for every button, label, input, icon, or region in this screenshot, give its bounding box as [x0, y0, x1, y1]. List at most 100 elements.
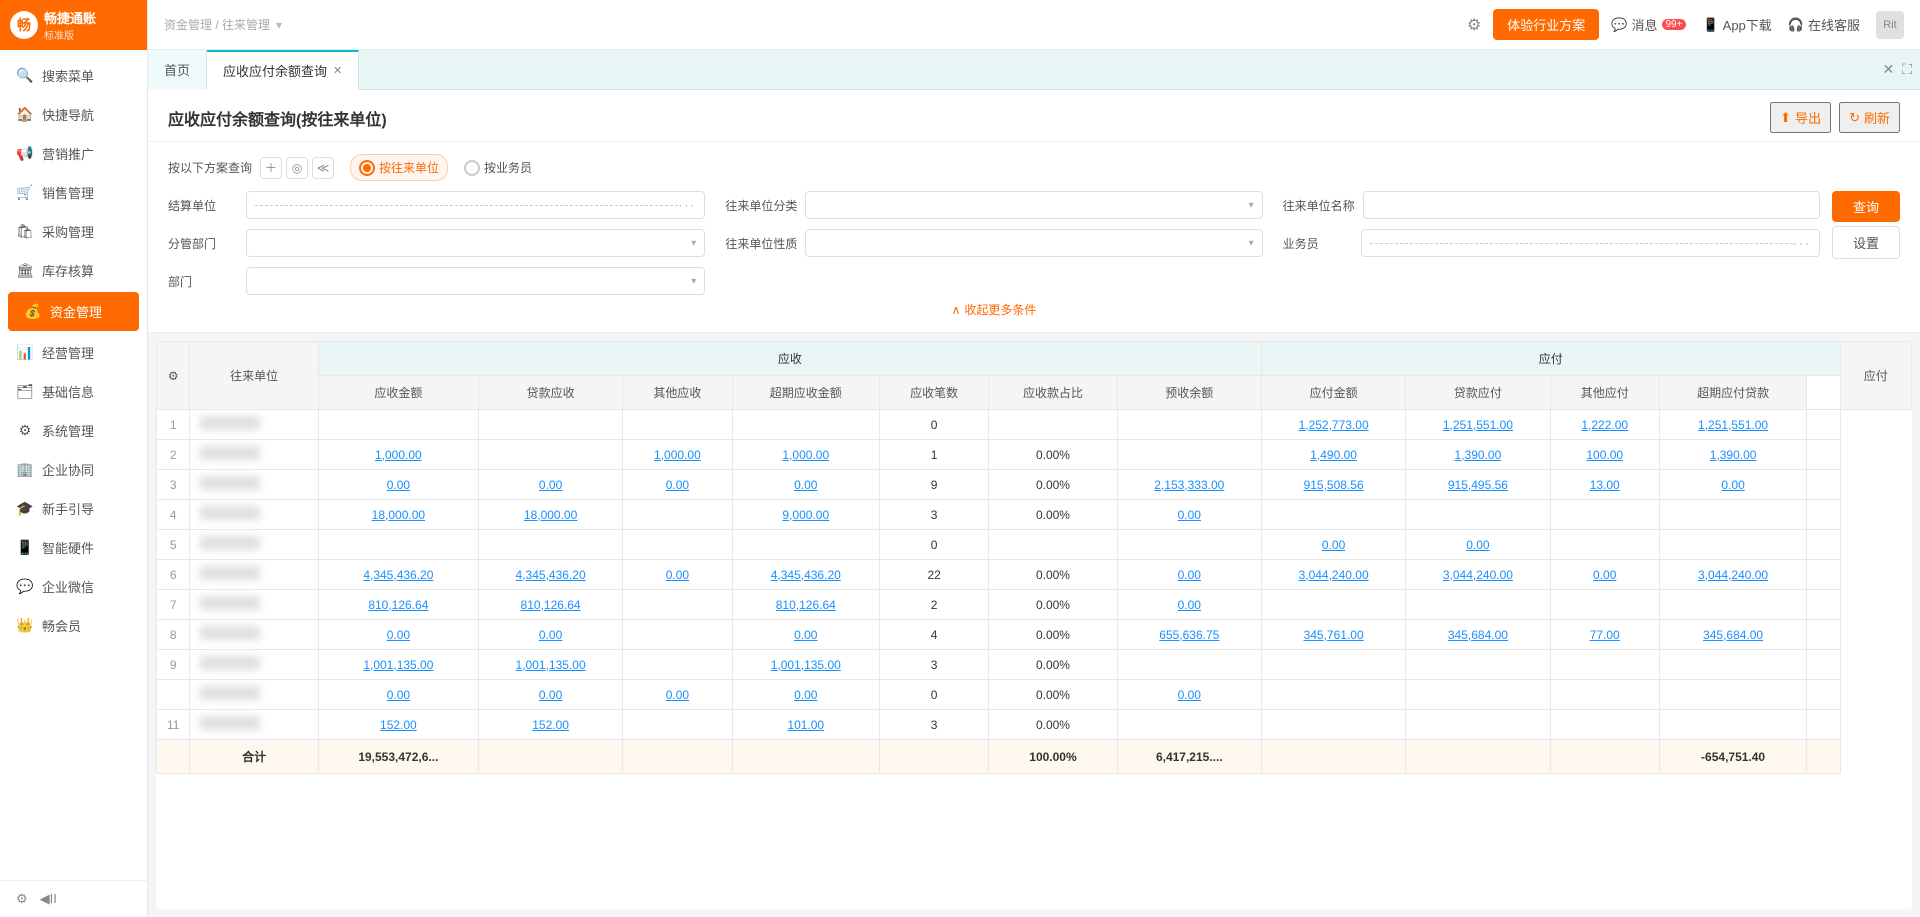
pay-overdue-cell[interactable]: 0.00 — [1659, 470, 1806, 500]
sidebar-item-operation[interactable]: 📊 经营管理 — [0, 333, 147, 372]
pay-loan-cell[interactable]: 0.00 — [1406, 530, 1550, 560]
recv-other-cell[interactable]: 0.00 — [623, 680, 732, 710]
sidebar-item-marketing[interactable]: 📢 营销推广 — [0, 134, 147, 173]
app-download-btn[interactable]: 📱 App下载 — [1702, 15, 1771, 34]
filter-option-partner[interactable]: 按往来单位 — [350, 154, 448, 181]
prepay-balance-cell[interactable]: 0.00 — [1117, 560, 1261, 590]
sidebar-item-search[interactable]: 🔍 搜索菜单 — [0, 56, 147, 95]
recv-overdue-cell[interactable]: 0.00 — [732, 680, 879, 710]
pay-amount-cell[interactable]: 3,044,240.00 — [1261, 560, 1405, 590]
add-filter-btn[interactable]: ＋ — [260, 157, 282, 179]
pay-other-cell[interactable]: 100.00 — [1550, 440, 1659, 470]
settlement-unit-input[interactable]: ··· — [246, 191, 705, 219]
recv-overdue-cell[interactable]: 0.00 — [732, 470, 879, 500]
sidebar-item-enterprise[interactable]: 🏢 企业协同 — [0, 450, 147, 489]
tab-home[interactable]: 首页 — [148, 50, 207, 90]
export-button[interactable]: ⬆ 导出 — [1770, 102, 1831, 133]
pay-other-cell[interactable]: 77.00 — [1550, 620, 1659, 650]
pay-loan-cell[interactable]: 1,390.00 — [1406, 440, 1550, 470]
sidebar-item-basic[interactable]: 🗂 基础信息 — [0, 372, 147, 411]
recv-amount-cell[interactable]: 4,345,436.20 — [318, 560, 478, 590]
recv-overdue-cell[interactable]: 1,000.00 — [732, 440, 879, 470]
recv-amount-cell[interactable]: 0.00 — [318, 680, 478, 710]
pay-other-cell[interactable]: 13.00 — [1550, 470, 1659, 500]
sidebar-item-hardware[interactable]: 📱 智能硬件 — [0, 528, 147, 567]
recv-loan-cell[interactable]: 0.00 — [478, 680, 622, 710]
recv-loan-cell[interactable]: 0.00 — [478, 620, 622, 650]
recv-overdue-cell[interactable]: 4,345,436.20 — [732, 560, 879, 590]
sidebar-item-guide[interactable]: 🎓 新手引导 — [0, 489, 147, 528]
recv-overdue-cell[interactable]: 1,001,135.00 — [732, 650, 879, 680]
filter-option-staff[interactable]: 按业务员 — [456, 155, 540, 180]
recv-amount-cell[interactable]: 0.00 — [318, 470, 478, 500]
recv-other-cell[interactable]: 1,000.00 — [623, 440, 732, 470]
pay-amount-cell[interactable]: 0.00 — [1261, 530, 1405, 560]
recv-loan-cell[interactable]: 18,000.00 — [478, 500, 622, 530]
recv-other-cell[interactable]: 0.00 — [623, 470, 732, 500]
recv-loan-cell[interactable]: 0.00 — [478, 470, 622, 500]
recv-loan-cell[interactable]: 4,345,436.20 — [478, 560, 622, 590]
sidebar-item-warehouse[interactable]: 🏛 库存核算 — [0, 251, 147, 290]
header-gear-icon[interactable]: ⚙ — [1467, 15, 1481, 35]
recv-amount-cell[interactable]: 1,001,135.00 — [318, 650, 478, 680]
sidebar-item-wechat[interactable]: 💬 企业微信 — [0, 567, 147, 606]
recv-amount-cell[interactable]: 1,000.00 — [318, 440, 478, 470]
recv-overdue-cell[interactable]: 101.00 — [732, 710, 879, 740]
recv-overdue-cell[interactable]: 9,000.00 — [732, 500, 879, 530]
recv-amount-cell[interactable]: 18,000.00 — [318, 500, 478, 530]
tab-close-icon[interactable]: ✕ — [333, 64, 342, 77]
tab-expand-icon[interactable]: ⛶ — [1902, 61, 1912, 78]
sidebar-item-finance[interactable]: 💰 资金管理 — [8, 292, 139, 331]
pay-amount-cell[interactable]: 1,490.00 — [1261, 440, 1405, 470]
message-btn[interactable]: 💬 消息 99+ — [1611, 15, 1686, 34]
target-filter-btn[interactable]: ◎ — [286, 157, 308, 179]
recv-loan-cell[interactable]: 810,126.64 — [478, 590, 622, 620]
pay-other-cell[interactable]: 1,222.00 — [1550, 410, 1659, 440]
pay-amount-cell[interactable]: 915,508.56 — [1261, 470, 1405, 500]
query-button[interactable]: 查询 — [1832, 191, 1900, 222]
pay-loan-cell[interactable]: 915,495.56 — [1406, 470, 1550, 500]
less-filter-btn[interactable]: ≪ — [312, 157, 334, 179]
customer-service-btn[interactable]: 🎧 在线客服 — [1788, 15, 1860, 34]
recv-overdue-cell[interactable]: 810,126.64 — [732, 590, 879, 620]
partner-name-input[interactable] — [1363, 191, 1820, 219]
pay-overdue-cell[interactable]: 345,684.00 — [1659, 620, 1806, 650]
prepay-balance-cell[interactable]: 655,636.75 — [1117, 620, 1261, 650]
pay-amount-cell[interactable]: 345,761.00 — [1261, 620, 1405, 650]
recv-other-cell[interactable]: 0.00 — [623, 560, 732, 590]
pay-loan-cell[interactable]: 345,684.00 — [1406, 620, 1550, 650]
pay-overdue-cell[interactable]: 1,390.00 — [1659, 440, 1806, 470]
dept-manager-input[interactable]: ▾ — [246, 229, 705, 257]
dept-input[interactable]: ▾ — [246, 267, 705, 295]
prepay-balance-cell[interactable]: 2,153,333.00 — [1117, 470, 1261, 500]
footer-settings-btn[interactable]: ⚙ — [16, 891, 28, 907]
refresh-button[interactable]: ↻ 刷新 — [1839, 102, 1900, 133]
partner-nature-input[interactable]: ▾ — [805, 229, 1262, 257]
pay-loan-cell[interactable]: 1,251,551.00 — [1406, 410, 1550, 440]
prepay-balance-cell[interactable]: 0.00 — [1117, 590, 1261, 620]
table-settings-header[interactable]: ⚙ — [157, 342, 190, 410]
user-avatar[interactable]: Rit — [1876, 11, 1904, 39]
tab-query[interactable]: 应收应付余额查询 ✕ — [207, 50, 359, 90]
recv-amount-cell[interactable]: 0.00 — [318, 620, 478, 650]
prepay-balance-cell[interactable]: 0.00 — [1117, 680, 1261, 710]
salesperson-input[interactable]: ··· — [1361, 229, 1820, 257]
solution-button[interactable]: 体验行业方案 — [1493, 9, 1599, 40]
recv-loan-cell[interactable]: 1,001,135.00 — [478, 650, 622, 680]
sidebar-item-purchase[interactable]: 🛍 采购管理 — [0, 212, 147, 251]
recv-amount-cell[interactable]: 810,126.64 — [318, 590, 478, 620]
sidebar-item-system[interactable]: ⚙ 系统管理 — [0, 411, 147, 450]
collapse-button[interactable]: ∧ 收起更多条件 — [168, 295, 1820, 320]
partner-category-input[interactable]: ▾ — [805, 191, 1262, 219]
sidebar-item-quicknav[interactable]: 🏠 快捷导航 — [0, 95, 147, 134]
recv-overdue-cell[interactable]: 0.00 — [732, 620, 879, 650]
prepay-balance-cell[interactable]: 0.00 — [1117, 500, 1261, 530]
sidebar-item-sales[interactable]: 🛒 销售管理 — [0, 173, 147, 212]
pay-overdue-cell[interactable]: 3,044,240.00 — [1659, 560, 1806, 590]
sidebar-item-member[interactable]: 👑 畅会员 — [0, 606, 147, 645]
tab-close-window-icon[interactable]: ✕ — [1882, 61, 1894, 78]
settings-button[interactable]: 设置 — [1832, 226, 1900, 259]
pay-amount-cell[interactable]: 1,252,773.00 — [1261, 410, 1405, 440]
pay-other-cell[interactable]: 0.00 — [1550, 560, 1659, 590]
recv-loan-cell[interactable]: 152.00 — [478, 710, 622, 740]
